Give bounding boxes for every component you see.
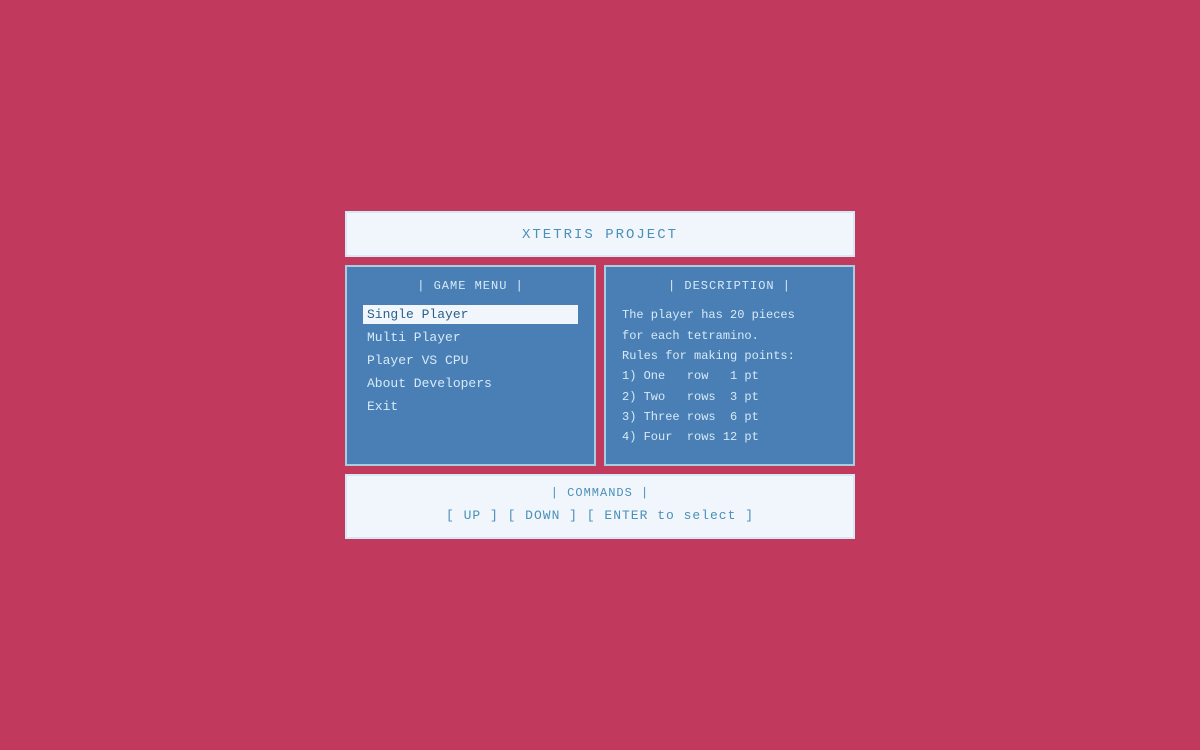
menu-item-player-vs-cpu[interactable]: Player VS CPU xyxy=(363,351,578,370)
commands-header: | COMMANDS | xyxy=(367,486,833,500)
description-panel: | DESCRIPTION | The player has 20 pieces… xyxy=(604,265,855,466)
title-text: XTETRIS PROJECT xyxy=(522,227,678,243)
menu-item-single-player[interactable]: Single Player xyxy=(363,305,578,324)
middle-row: | GAME MENU | Single Player Multi Player… xyxy=(345,265,855,466)
commands-box: | COMMANDS | [ UP ] [ DOWN ] [ ENTER to … xyxy=(345,474,855,539)
menu-item-multi-player[interactable]: Multi Player xyxy=(363,328,578,347)
description-header: | DESCRIPTION | xyxy=(622,279,837,293)
description-text: The player has 20 pieces for each tetram… xyxy=(622,305,837,448)
menu-item-exit[interactable]: Exit xyxy=(363,397,578,416)
title-box: XTETRIS PROJECT xyxy=(345,211,855,257)
main-container: XTETRIS PROJECT | GAME MENU | Single Pla… xyxy=(345,211,855,539)
commands-text: [ UP ] [ DOWN ] [ ENTER to select ] xyxy=(367,508,833,523)
game-menu-header: | GAME MENU | xyxy=(363,279,578,293)
menu-list: Single Player Multi Player Player VS CPU… xyxy=(363,305,578,416)
menu-item-about-developers[interactable]: About Developers xyxy=(363,374,578,393)
game-menu-panel: | GAME MENU | Single Player Multi Player… xyxy=(345,265,596,466)
